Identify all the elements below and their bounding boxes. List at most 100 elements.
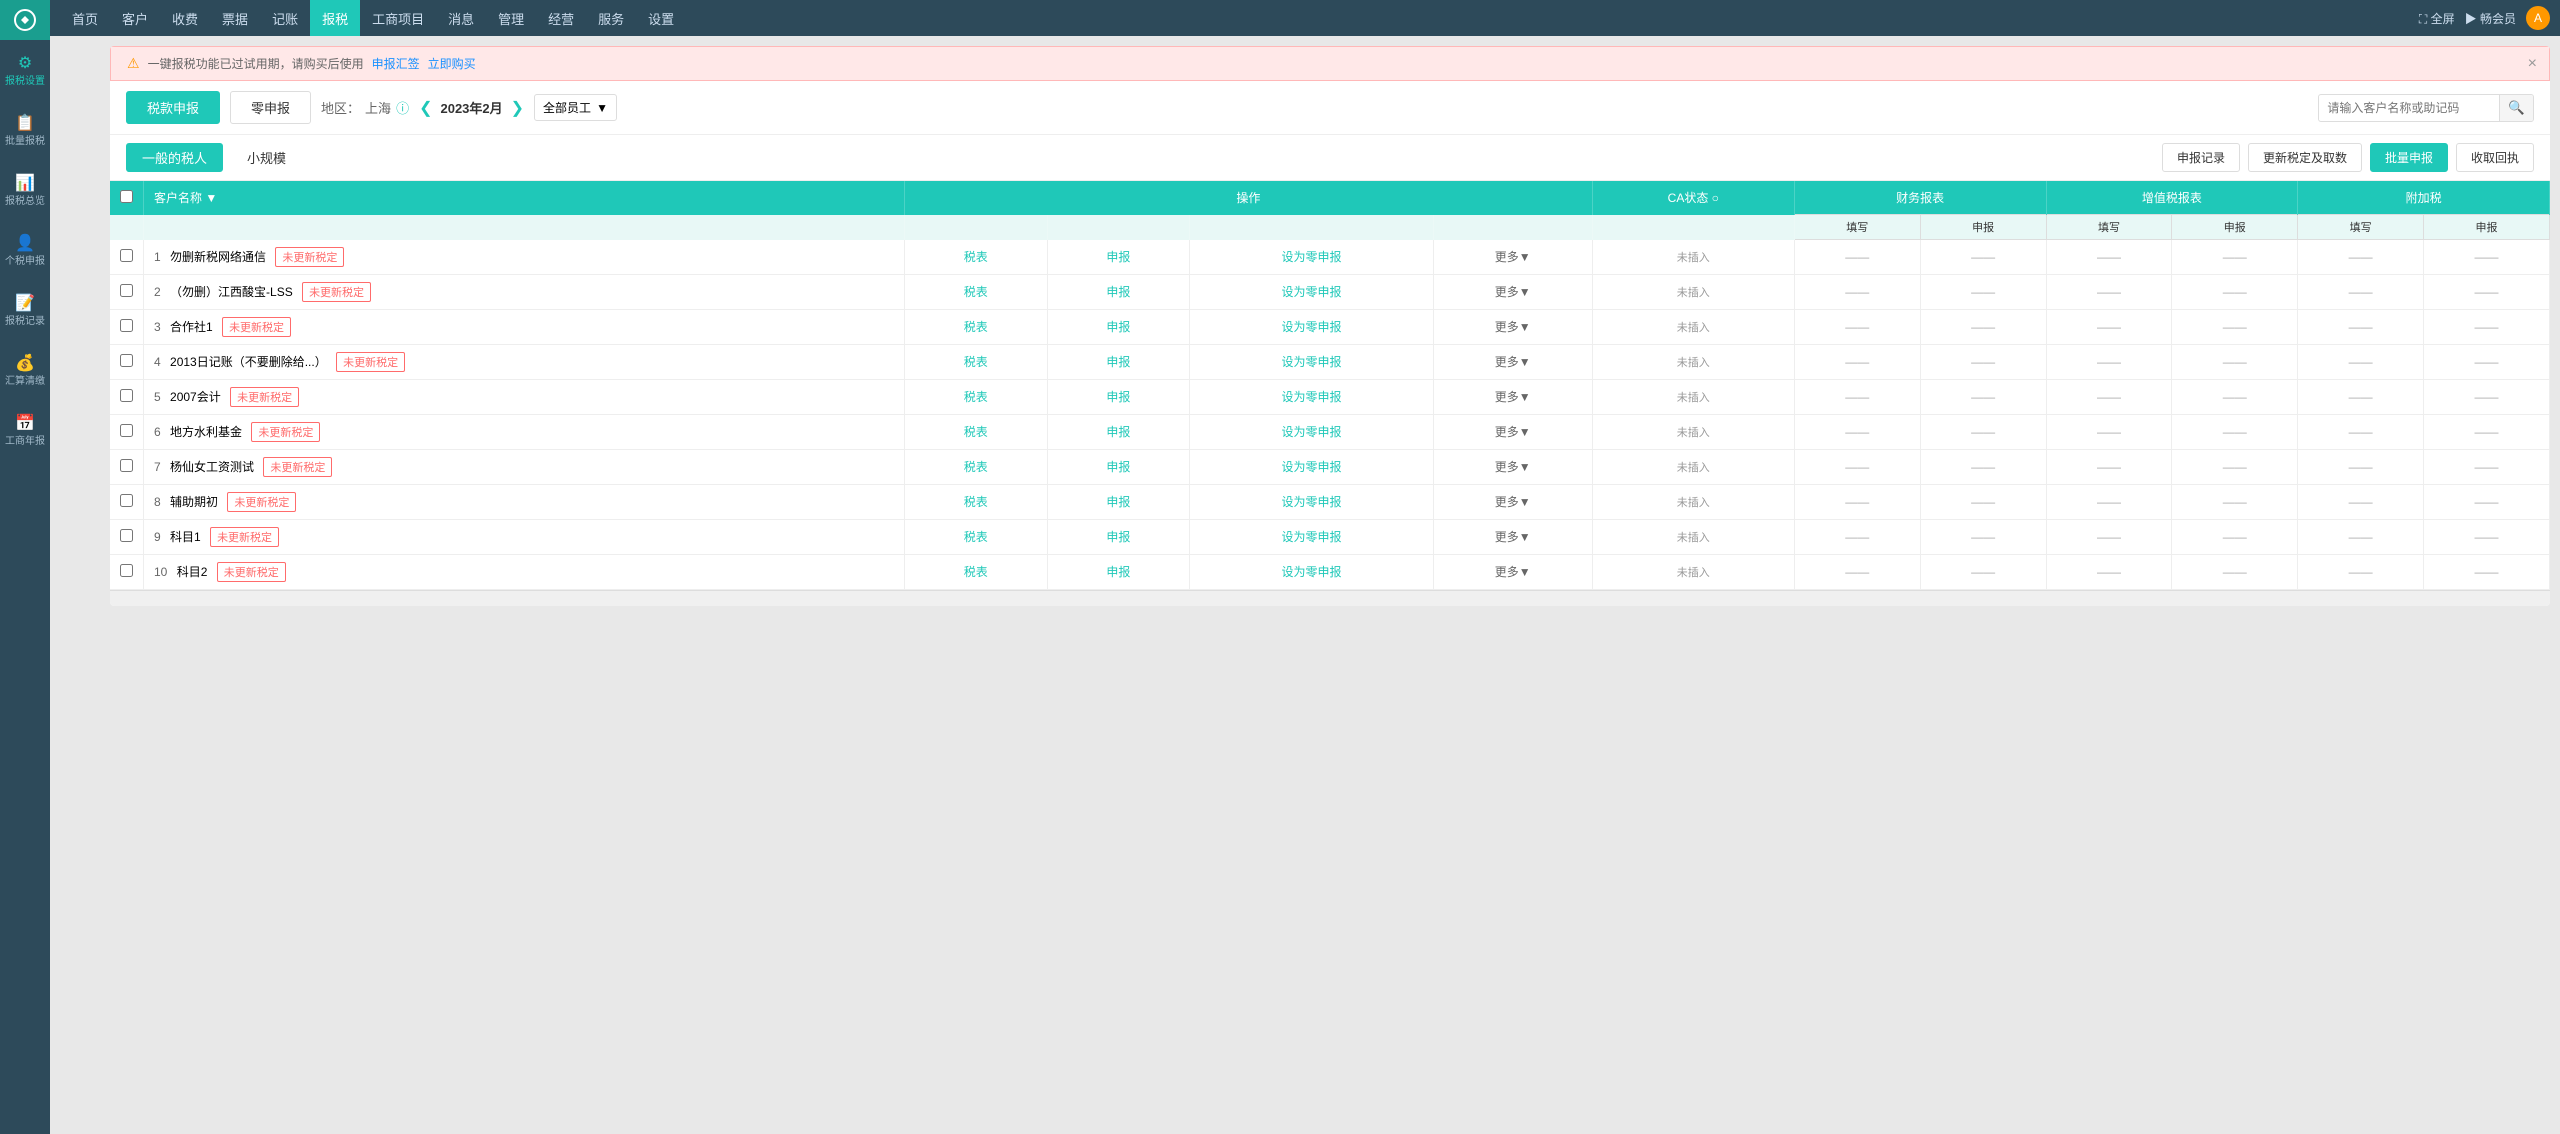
action-more[interactable]: 更多▼	[1433, 519, 1592, 554]
row-status-badge[interactable]: 未更新税定	[275, 247, 344, 267]
action-set-zero[interactable]: 设为零申报	[1190, 554, 1433, 589]
taxpayer-tab-general[interactable]: 一般的税人	[126, 143, 223, 172]
row-status-badge[interactable]: 未更新税定	[263, 457, 332, 477]
sidebar-item-tax-settings[interactable]: ⚙ 报税设置	[0, 40, 50, 100]
search-input[interactable]	[2319, 96, 2499, 120]
action-tax-table[interactable]: 税表	[904, 344, 1047, 379]
more-link[interactable]: 更多▼	[1495, 355, 1531, 369]
set-zero-link[interactable]: 设为零申报	[1281, 495, 1341, 509]
row-checkbox[interactable]	[120, 494, 133, 507]
set-zero-link[interactable]: 设为零申报	[1281, 460, 1341, 474]
action-tax-table[interactable]: 税表	[904, 240, 1047, 275]
more-link[interactable]: 更多▼	[1495, 495, 1531, 509]
row-status-badge[interactable]: 未更新税定	[217, 562, 286, 582]
sidebar-item-batch-tax[interactable]: 📋 批量报税	[0, 100, 50, 160]
row-checkbox[interactable]	[120, 319, 133, 332]
row-checkbox[interactable]	[120, 564, 133, 577]
select-all-checkbox[interactable]	[120, 190, 133, 203]
action-tax-table[interactable]: 税表	[904, 379, 1047, 414]
more-link[interactable]: 更多▼	[1495, 390, 1531, 404]
action-set-zero[interactable]: 设为零申报	[1190, 414, 1433, 449]
tax-table-link[interactable]: 税表	[964, 460, 988, 474]
action-more[interactable]: 更多▼	[1433, 309, 1592, 344]
more-link[interactable]: 更多▼	[1495, 320, 1531, 334]
alert-link1[interactable]: 申报汇签	[372, 55, 420, 72]
row-checkbox[interactable]	[120, 424, 133, 437]
declare-link[interactable]: 申报	[1106, 425, 1130, 439]
action-set-zero[interactable]: 设为零申报	[1190, 484, 1433, 519]
bottom-scrollbar[interactable]	[110, 590, 2550, 606]
more-link[interactable]: 更多▼	[1495, 460, 1531, 474]
tax-table-link[interactable]: 税表	[964, 250, 988, 264]
action-declare[interactable]: 申报	[1047, 484, 1190, 519]
action-set-zero[interactable]: 设为零申报	[1190, 449, 1433, 484]
row-checkbox[interactable]	[120, 459, 133, 472]
action-tax-table[interactable]: 税表	[904, 414, 1047, 449]
action-more[interactable]: 更多▼	[1433, 274, 1592, 309]
set-zero-link[interactable]: 设为零申报	[1281, 285, 1341, 299]
action-declare[interactable]: 申报	[1047, 414, 1190, 449]
action-more[interactable]: 更多▼	[1433, 449, 1592, 484]
declare-link[interactable]: 申报	[1106, 565, 1130, 579]
sidebar-item-annual-report[interactable]: 📅 工商年报	[0, 400, 50, 460]
more-link[interactable]: 更多▼	[1495, 250, 1531, 264]
tax-table-link[interactable]: 税表	[964, 495, 988, 509]
row-checkbox[interactable]	[120, 529, 133, 542]
sidebar-item-personal-tax[interactable]: 👤 个税申报	[0, 220, 50, 280]
action-set-zero[interactable]: 设为零申报	[1190, 519, 1433, 554]
declare-link[interactable]: 申报	[1106, 495, 1130, 509]
sidebar-item-tax-overview[interactable]: 📊 报税总览	[0, 160, 50, 220]
row-status-badge[interactable]: 未更新税定	[336, 352, 405, 372]
action-declare[interactable]: 申报	[1047, 554, 1190, 589]
action-set-zero[interactable]: 设为零申报	[1190, 274, 1433, 309]
tax-table-link[interactable]: 税表	[964, 390, 988, 404]
tax-table-link[interactable]: 税表	[964, 530, 988, 544]
more-link[interactable]: 更多▼	[1495, 285, 1531, 299]
set-zero-link[interactable]: 设为零申报	[1281, 320, 1341, 334]
action-more[interactable]: 更多▼	[1433, 240, 1592, 275]
search-button[interactable]: 🔍	[2499, 95, 2533, 121]
set-zero-link[interactable]: 设为零申报	[1281, 425, 1341, 439]
set-zero-link[interactable]: 设为零申报	[1281, 565, 1341, 579]
tax-table-link[interactable]: 税表	[964, 355, 988, 369]
row-checkbox[interactable]	[120, 354, 133, 367]
action-tax-table[interactable]: 税表	[904, 274, 1047, 309]
action-declare[interactable]: 申报	[1047, 240, 1190, 275]
action-declare[interactable]: 申报	[1047, 344, 1190, 379]
next-month-btn[interactable]: ❯	[511, 98, 524, 118]
row-status-badge[interactable]: 未更新税定	[302, 282, 371, 302]
tax-table-link[interactable]: 税表	[964, 565, 988, 579]
taxpayer-tab-small[interactable]: 小规模	[231, 143, 302, 172]
action-more[interactable]: 更多▼	[1433, 414, 1592, 449]
tab-tax-declaration[interactable]: 税款申报	[126, 91, 220, 124]
action-declare[interactable]: 申报	[1047, 274, 1190, 309]
retrieve-receipt-btn[interactable]: 收取回执	[2456, 143, 2534, 172]
declare-link[interactable]: 申报	[1106, 355, 1130, 369]
declare-link[interactable]: 申报	[1106, 530, 1130, 544]
row-checkbox[interactable]	[120, 249, 133, 262]
set-zero-link[interactable]: 设为零申报	[1281, 250, 1341, 264]
action-tax-table[interactable]: 税表	[904, 309, 1047, 344]
more-link[interactable]: 更多▼	[1495, 425, 1531, 439]
row-status-badge[interactable]: 未更新税定	[227, 492, 296, 512]
sidebar-item-tax-records[interactable]: 📝 报税记录	[0, 280, 50, 340]
action-more[interactable]: 更多▼	[1433, 379, 1592, 414]
tax-table-link[interactable]: 税表	[964, 285, 988, 299]
alert-link2[interactable]: 立即购买	[428, 55, 476, 72]
more-link[interactable]: 更多▼	[1495, 565, 1531, 579]
row-status-badge[interactable]: 未更新税定	[230, 387, 299, 407]
declaration-records-btn[interactable]: 申报记录	[2162, 143, 2240, 172]
row-checkbox[interactable]	[120, 389, 133, 402]
more-link[interactable]: 更多▼	[1495, 530, 1531, 544]
row-status-badge[interactable]: 未更新税定	[210, 527, 279, 547]
action-set-zero[interactable]: 设为零申报	[1190, 309, 1433, 344]
declare-link[interactable]: 申报	[1106, 390, 1130, 404]
row-status-badge[interactable]: 未更新税定	[222, 317, 291, 337]
row-status-badge[interactable]: 未更新税定	[251, 422, 320, 442]
declare-link[interactable]: 申报	[1106, 285, 1130, 299]
action-declare[interactable]: 申报	[1047, 519, 1190, 554]
set-zero-link[interactable]: 设为零申报	[1281, 530, 1341, 544]
action-set-zero[interactable]: 设为零申报	[1190, 240, 1433, 275]
action-declare[interactable]: 申报	[1047, 309, 1190, 344]
action-declare[interactable]: 申报	[1047, 379, 1190, 414]
